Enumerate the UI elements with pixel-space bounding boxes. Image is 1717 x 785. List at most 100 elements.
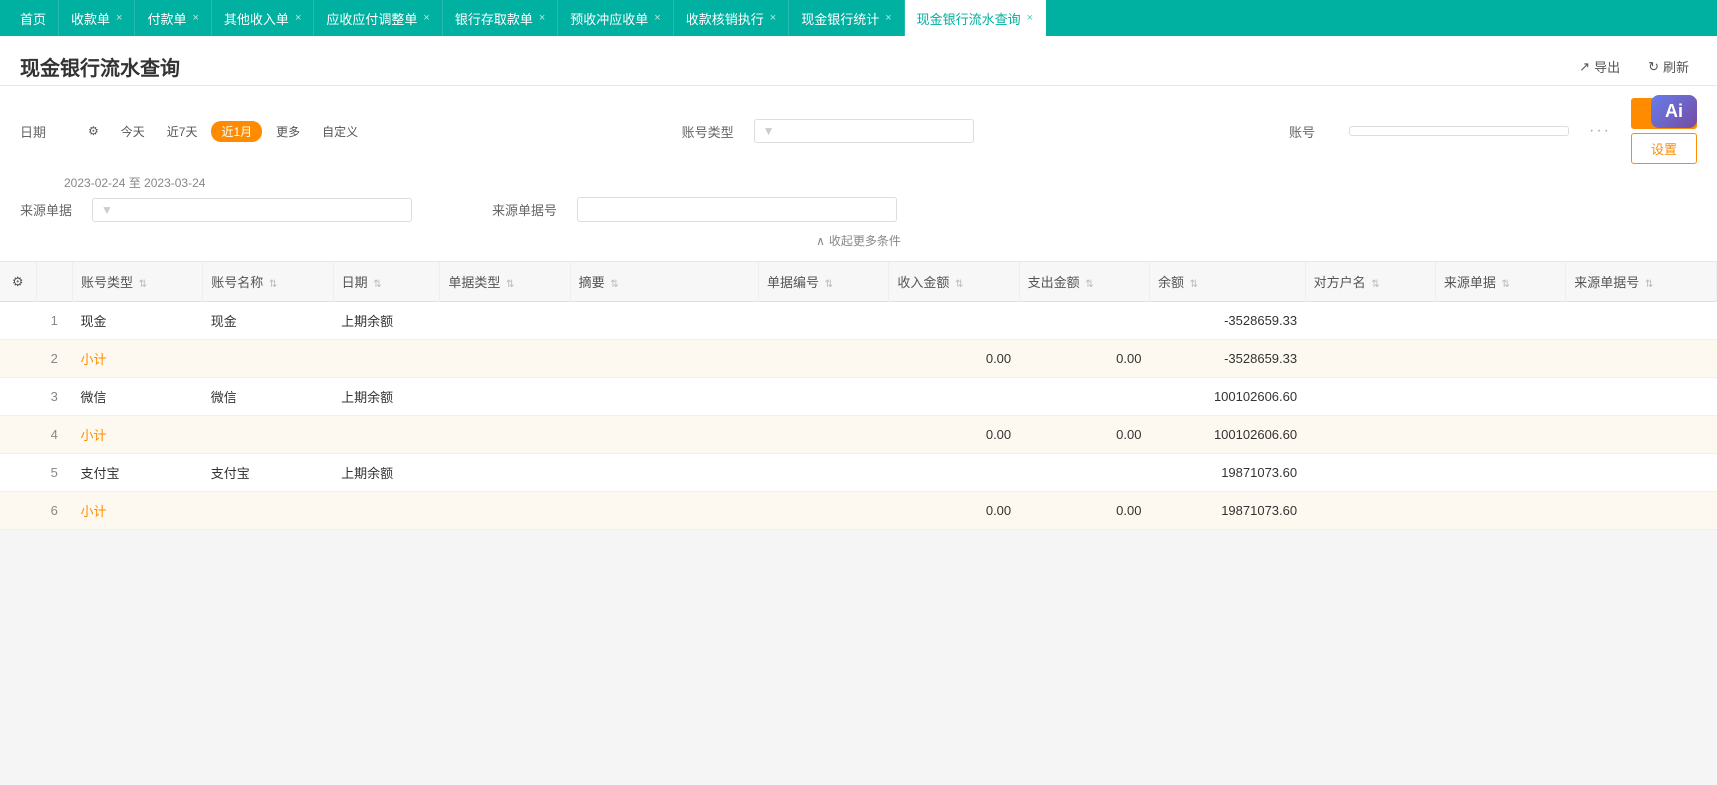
td-summary [570,340,758,378]
page-header: 现金银行流水查询 ↗ 导出 ↻ 刷新 [0,36,1717,86]
td-account-name: 现金 [203,302,333,340]
td-index: 5 [36,454,72,492]
nav-receipt[interactable]: 收款单 × [59,0,135,36]
page-title: 现金银行流水查询 [20,52,180,81]
close-icon[interactable]: × [116,12,122,24]
date-btn-1month[interactable]: 近1月 [211,121,262,142]
table-row: 3 微信 微信 上期余额 100102606.60 [0,378,1717,416]
date-btn-yesterday[interactable]: ⚙ [80,122,107,140]
td-income [889,302,1019,340]
close-icon[interactable]: × [192,12,198,24]
td-gear [0,416,36,454]
td-source-doc-no [1566,378,1717,416]
td-account-name: 支付宝 [203,454,333,492]
chevron-down-icon: ▼ [763,124,775,138]
th-account-name[interactable]: 账号名称 ⇅ [203,262,333,302]
nav-home[interactable]: 首页 [8,0,59,36]
close-icon[interactable]: × [423,12,429,24]
td-index: 4 [36,416,72,454]
td-index: 3 [36,378,72,416]
account-select[interactable] [1349,126,1569,136]
source-doc-select[interactable]: ▼ [92,198,412,222]
settings-button[interactable]: 设置 [1631,133,1697,164]
td-account-type: 小计 [72,416,202,454]
th-source-doc-no[interactable]: 来源单据号 ⇅ [1566,262,1717,302]
collapse-bar[interactable]: ∧ 收起更多条件 [20,232,1697,249]
nav-cash-flow-query[interactable]: 现金银行流水查询 × [905,0,1046,36]
close-icon[interactable]: × [1027,12,1033,24]
close-icon[interactable]: × [654,12,660,24]
nav-other-income[interactable]: 其他收入单 × [212,0,314,36]
date-btn-custom[interactable]: 自定义 [314,121,366,142]
td-balance: 100102606.60 [1149,378,1305,416]
td-doc-type [440,302,570,340]
td-index: 2 [36,340,72,378]
td-source-doc [1435,454,1565,492]
th-balance[interactable]: 余额 ⇅ [1149,262,1305,302]
th-counterpart[interactable]: 对方户名 ⇅ [1305,262,1435,302]
td-doc-type [440,492,570,530]
td-account-type: 小计 [72,340,202,378]
account-label: 账号 [1289,122,1329,141]
table-row: 6 小计 0.00 0.00 19871073.60 [0,492,1717,530]
td-gear [0,302,36,340]
close-icon[interactable]: × [295,12,301,24]
td-income: 0.00 [889,340,1019,378]
td-doc-no [759,492,889,530]
td-gear [0,454,36,492]
close-icon[interactable]: × [885,12,891,24]
td-account-type: 小计 [72,492,202,530]
nav-collection[interactable]: 收款核销执行 × [674,0,789,36]
td-expense [1019,454,1149,492]
account-type-select[interactable]: ▼ [754,119,974,143]
td-date: 上期余额 [333,302,440,340]
th-expense[interactable]: 支出金额 ⇅ [1019,262,1149,302]
th-summary[interactable]: 摘要 ⇅ [570,262,758,302]
th-income[interactable]: 收入金额 ⇅ [889,262,1019,302]
td-date: 上期余额 [333,378,440,416]
td-doc-type [440,454,570,492]
date-btn-7days[interactable]: 近7天 [159,121,206,142]
td-account-type: 现金 [72,302,202,340]
nav-payment[interactable]: 付款单 × [135,0,211,36]
td-counterpart [1305,492,1435,530]
td-index: 6 [36,492,72,530]
th-doc-type[interactable]: 单据类型 ⇅ [440,262,570,302]
td-source-doc-no [1566,340,1717,378]
source-doc-label: 来源单据 [20,200,72,219]
source-doc-no-input[interactable] [577,197,897,222]
more-options-button[interactable]: ··· [1589,122,1611,140]
ai-badge[interactable]: Ai [1651,95,1697,128]
nav-prepay[interactable]: 预收冲应收单 × [558,0,673,36]
td-account-name [203,416,333,454]
td-date [333,492,440,530]
td-counterpart [1305,416,1435,454]
td-summary [570,302,758,340]
close-icon[interactable]: × [539,12,545,24]
table-row: 1 现金 现金 上期余额 -3528659.33 [0,302,1717,340]
account-type-label: 账号类型 [682,122,734,141]
th-gear[interactable]: ⚙ [0,262,36,302]
td-source-doc [1435,492,1565,530]
td-account-type: 微信 [72,378,202,416]
td-doc-no [759,340,889,378]
nav-adjustment[interactable]: 应收应付调整单 × [314,0,442,36]
date-btn-more[interactable]: 更多 [268,121,308,142]
export-icon: ↗ [1579,59,1590,75]
nav-bank-deposit[interactable]: 银行存取款单 × [443,0,558,36]
date-btn-today[interactable]: 今天 [113,121,153,142]
table-container: ⚙ 账号类型 ⇅ 账号名称 ⇅ 日期 ⇅ 单据类型 ⇅ 摘要 ⇅ 单据编号 ⇅ … [0,262,1717,530]
th-date[interactable]: 日期 ⇅ [333,262,440,302]
close-icon[interactable]: × [770,12,776,24]
export-button[interactable]: ↗ 导出 [1571,53,1628,80]
th-account-type[interactable]: 账号类型 ⇅ [72,262,202,302]
td-expense: 0.00 [1019,340,1149,378]
nav-cash-stat[interactable]: 现金银行统计 × [789,0,904,36]
td-source-doc [1435,378,1565,416]
td-doc-type [440,416,570,454]
td-summary [570,416,758,454]
th-source-doc[interactable]: 来源单据 ⇅ [1435,262,1565,302]
refresh-button[interactable]: ↻ 刷新 [1640,53,1697,80]
th-doc-no[interactable]: 单据编号 ⇅ [759,262,889,302]
td-counterpart [1305,302,1435,340]
